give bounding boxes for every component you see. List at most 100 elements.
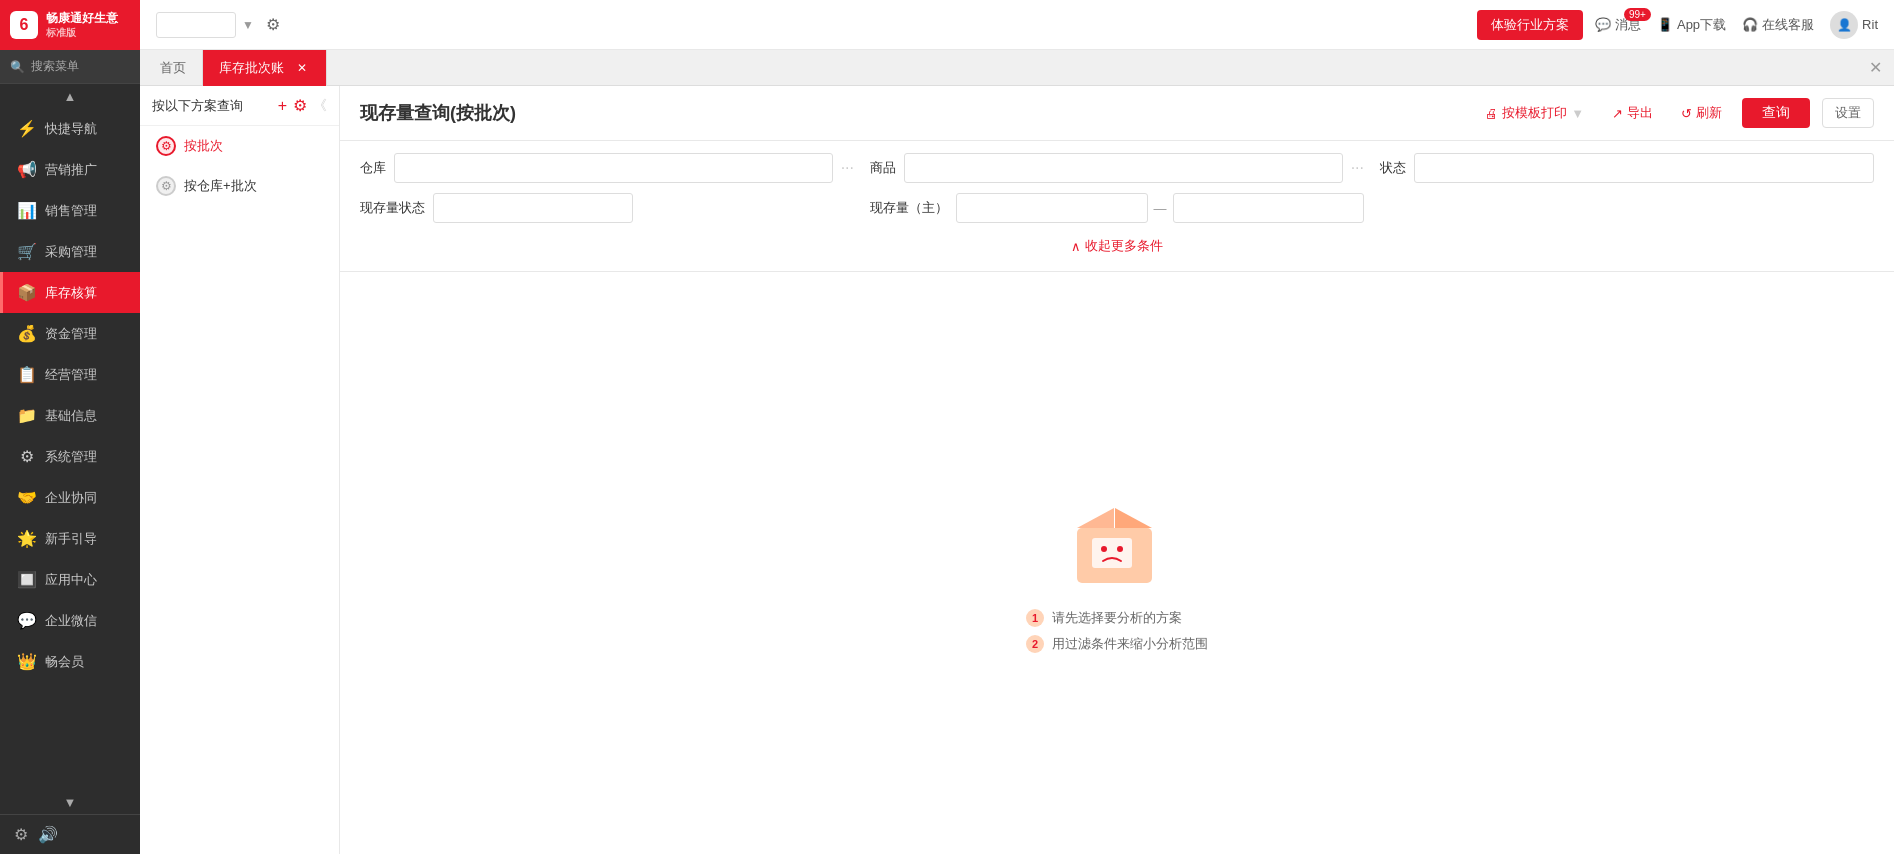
inventory-status-label: 现存量状态 [360, 199, 425, 217]
inventory-status-select[interactable]: 全部 [433, 193, 633, 223]
new-guide-icon: 🌟 [17, 529, 37, 548]
empty-hint-2: 2 用过滤条件来缩小分析范围 [1026, 635, 1208, 653]
query-button[interactable]: 查询 [1742, 98, 1810, 128]
tab-close-icon[interactable]: ✕ [294, 60, 310, 76]
tab-inventory-batch[interactable]: 库存批次账 ✕ [203, 50, 327, 86]
topbar-actions: 💬 消息 99+ 📱 App下载 🎧 在线客服 👤 Rit [1595, 11, 1878, 39]
add-scheme-button[interactable]: + [278, 97, 287, 115]
sidebar-item-operation[interactable]: 📋 经营管理 [0, 354, 140, 395]
refresh-button[interactable]: ↺ 刷新 [1673, 100, 1730, 126]
warehouse-more-icon[interactable]: ··· [841, 159, 854, 177]
quantity-range-inputs: — [956, 193, 1364, 223]
warehouse-label: 仓库 [360, 159, 386, 177]
filter-row-1: 仓库 ··· 商品 ··· 状态 全部 [360, 153, 1874, 183]
system-icon: ⚙ [17, 447, 37, 466]
quantity-max-input[interactable] [1173, 193, 1365, 223]
hint-text-1: 请先选择要分析的方案 [1052, 609, 1182, 627]
dropdown-icon: ▼ [242, 18, 254, 32]
warehouse-input[interactable] [394, 153, 833, 183]
collapse-filters-button[interactable]: ∧ 收起更多条件 [360, 233, 1874, 259]
empty-state: 1 请先选择要分析的方案 2 用过滤条件来缩小分析范围 [340, 272, 1894, 854]
sidebar-item-label: 采购管理 [45, 243, 97, 261]
app-version: 标准版 [46, 26, 118, 39]
sidebar-item-quick-nav[interactable]: ⚡ 快捷导航 [0, 108, 140, 149]
phone-icon: 📱 [1657, 17, 1673, 32]
settings-button[interactable]: 设置 [1822, 98, 1874, 128]
sidebar-header: 6 畅康通好生意 标准版 [0, 0, 140, 50]
product-more-icon[interactable]: ··· [1351, 159, 1364, 177]
panel-collapse-button[interactable]: 《 [313, 97, 327, 115]
sidebar-item-inventory[interactable]: 📦 库存核算 [0, 272, 140, 313]
online-service-label: 在线客服 [1762, 16, 1814, 34]
scheme-settings-icon[interactable]: ⚙ [293, 96, 307, 115]
print-button[interactable]: 🖨 按模板打印 ▼ [1477, 100, 1592, 126]
left-panel-header: 按以下方案查询 + ⚙ 《 [140, 86, 339, 126]
scheme-item-by-batch[interactable]: ⚙ 按批次 [140, 126, 339, 166]
sidebar-item-marketing[interactable]: 📢 营销推广 [0, 149, 140, 190]
print-icon: 🖨 [1485, 106, 1498, 121]
product-input[interactable] [904, 153, 1343, 183]
topbar: ▼ ⚙ 体验行业方案 💬 消息 99+ 📱 App下载 🎧 在线客服 👤 [140, 0, 1894, 50]
sidebar-item-app-center[interactable]: 🔲 应用中心 [0, 559, 140, 600]
trial-button[interactable]: 体验行业方案 [1477, 10, 1583, 40]
app-name: 畅康通好生意 [46, 11, 118, 27]
sidebar-item-finance[interactable]: 💰 资金管理 [0, 313, 140, 354]
refresh-icon: ↺ [1681, 106, 1692, 121]
quantity-min-input[interactable] [956, 193, 1148, 223]
sidebar-item-label: 企业微信 [45, 612, 97, 630]
sidebar-item-label: 经营管理 [45, 366, 97, 384]
sidebar-item-label: 库存核算 [45, 284, 97, 302]
sidebar-item-label: 畅会员 [45, 653, 84, 671]
finance-icon: 💰 [17, 324, 37, 343]
breadcrumb-input[interactable] [156, 12, 236, 38]
sidebar-item-label: 快捷导航 [45, 120, 97, 138]
export-button[interactable]: ↗ 导出 [1604, 100, 1661, 126]
sound-footer-icon[interactable]: 🔊 [38, 825, 58, 844]
status-filter-group: 状态 全部 启用 禁用 [1380, 153, 1874, 183]
user-profile-button[interactable]: 👤 Rit [1830, 11, 1878, 39]
member-icon: 👑 [17, 652, 37, 671]
online-service-button[interactable]: 🎧 在线客服 [1742, 16, 1814, 34]
settings-footer-icon[interactable]: ⚙ [14, 825, 28, 844]
settings-btn-label: 设置 [1835, 104, 1861, 122]
sidebar-item-sales[interactable]: 📊 销售管理 [0, 190, 140, 231]
svg-point-4 [1101, 546, 1107, 552]
scroll-down-button[interactable]: ▼ [0, 790, 140, 814]
collapse-label: 收起更多条件 [1085, 237, 1163, 255]
sidebar-item-system[interactable]: ⚙ 系统管理 [0, 436, 140, 477]
user-avatar: 👤 [1830, 11, 1858, 39]
status-select[interactable]: 全部 启用 禁用 [1414, 153, 1874, 183]
sidebar-item-new-guide[interactable]: 🌟 新手引导 [0, 518, 140, 559]
filter-area: 仓库 ··· 商品 ··· 状态 全部 [340, 141, 1894, 272]
scheme-label: 按仓库+批次 [184, 177, 257, 195]
inventory-status-select-wrapper: 全部 [433, 193, 633, 223]
sidebar-item-basic[interactable]: 📁 基础信息 [0, 395, 140, 436]
messages-button[interactable]: 💬 消息 99+ [1595, 16, 1641, 34]
sidebar-item-purchase[interactable]: 🛒 采购管理 [0, 231, 140, 272]
filter-row-2: 现存量状态 全部 现存量（主） — [360, 193, 1874, 223]
gear-icon[interactable]: ⚙ [266, 15, 280, 34]
app-download-label: App下载 [1677, 16, 1726, 34]
scheme-item-by-warehouse-batch[interactable]: ⚙ 按仓库+批次 [140, 166, 339, 206]
search-menu[interactable]: 🔍 搜索菜单 [0, 50, 140, 84]
status-label: 状态 [1380, 159, 1406, 177]
app-download-button[interactable]: 📱 App下载 [1657, 16, 1726, 34]
tab-home[interactable]: 首页 [144, 50, 203, 86]
tab-inventory-batch-label: 库存批次账 [219, 59, 284, 77]
warehouse-filter-group: 仓库 ··· [360, 153, 854, 183]
refresh-label: 刷新 [1696, 104, 1722, 122]
svg-marker-1 [1077, 508, 1114, 528]
scheme-label: 按批次 [184, 137, 223, 155]
inventory-status-filter-group: 现存量状态 全部 [360, 193, 854, 223]
user-name: Rit [1862, 17, 1878, 32]
sidebar-item-enterprise[interactable]: 🤝 企业协同 [0, 477, 140, 518]
sidebar-item-wechat[interactable]: 💬 企业微信 [0, 600, 140, 641]
sidebar-item-member[interactable]: 👑 畅会员 [0, 641, 140, 682]
quantity-range-label: 现存量（主） [870, 199, 948, 217]
breadcrumb: ▼ [156, 12, 254, 38]
close-all-icon[interactable]: ✕ [1869, 58, 1882, 77]
scroll-up-button[interactable]: ▲ [0, 84, 140, 108]
export-label: 导出 [1627, 104, 1653, 122]
sales-icon: 📊 [17, 201, 37, 220]
user-avatar-icon: 👤 [1837, 18, 1852, 32]
